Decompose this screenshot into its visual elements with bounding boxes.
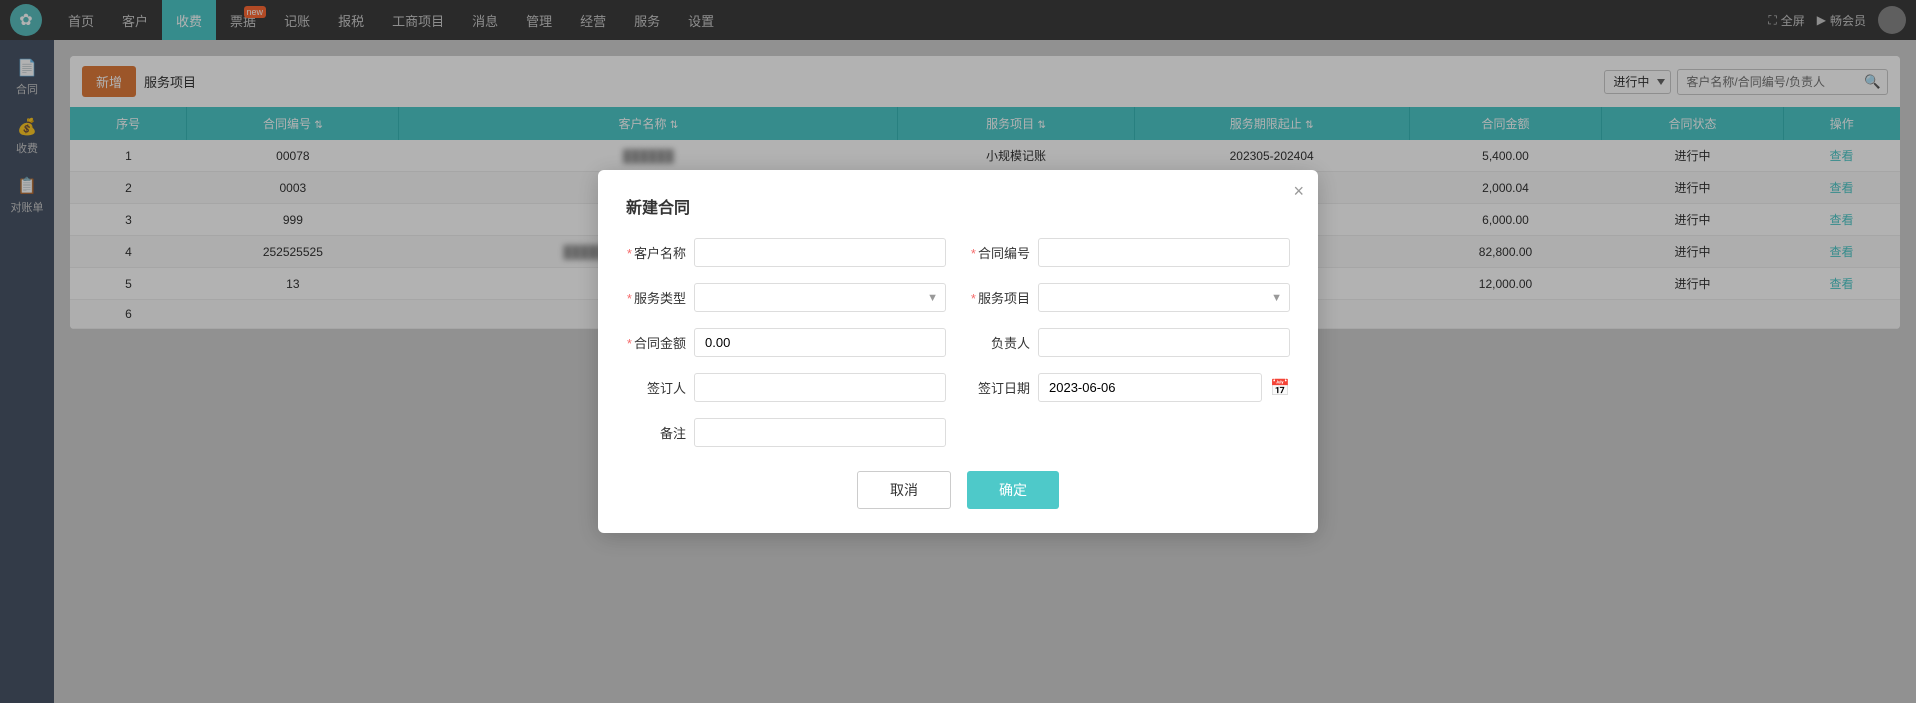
signer-input[interactable]	[694, 373, 946, 402]
form-group-service-item: *服务项目 ▼	[970, 283, 1290, 312]
person-in-charge-input[interactable]	[1038, 328, 1290, 357]
service-item-label: *服务项目	[970, 288, 1030, 307]
service-item-select[interactable]	[1038, 283, 1290, 312]
form-group-remark: 备注	[626, 418, 946, 447]
contract-no-label: *合同编号	[970, 243, 1030, 262]
modal-footer: 取消 确定	[626, 471, 1290, 509]
form-group-contract-no: *合同编号	[970, 238, 1290, 267]
form-group-signer: 签订人	[626, 373, 946, 402]
form-row-2: *服务类型 ▼ *服务项目 ▼	[626, 283, 1290, 312]
service-type-select-wrap: ▼	[694, 283, 946, 312]
signer-label: 签订人	[626, 378, 686, 397]
form-row-5: 备注	[626, 418, 1290, 447]
form-group-customer-name: *客户名称	[626, 238, 946, 267]
remark-input[interactable]	[694, 418, 946, 447]
service-type-label: *服务类型	[626, 288, 686, 307]
person-in-charge-label: 负责人	[970, 333, 1030, 352]
service-item-select-wrap: ▼	[1038, 283, 1290, 312]
cancel-button[interactable]: 取消	[857, 471, 951, 509]
customer-name-input[interactable]	[694, 238, 946, 267]
required-star-4: *	[971, 291, 976, 306]
new-contract-modal: × 新建合同 *客户名称 *合同编号 *服务类型	[598, 170, 1318, 533]
form-row-4: 签订人 签订日期 📅	[626, 373, 1290, 402]
modal-overlay: × 新建合同 *客户名称 *合同编号 *服务类型	[0, 0, 1916, 703]
modal-title: 新建合同	[626, 194, 1290, 218]
sign-date-input[interactable]	[1038, 373, 1262, 402]
calendar-icon[interactable]: 📅	[1270, 378, 1290, 398]
required-star-5: *	[627, 336, 632, 351]
form-row-3: *合同金额 负责人	[626, 328, 1290, 357]
service-type-select[interactable]	[694, 283, 946, 312]
required-star-3: *	[627, 291, 632, 306]
confirm-button[interactable]: 确定	[967, 471, 1059, 509]
required-star-2: *	[971, 246, 976, 261]
form-group-amount: *合同金额	[626, 328, 946, 357]
customer-name-label: *客户名称	[626, 243, 686, 262]
remark-label: 备注	[626, 423, 686, 442]
form-row-1: *客户名称 *合同编号	[626, 238, 1290, 267]
modal-close-button[interactable]: ×	[1293, 182, 1304, 200]
contract-no-input[interactable]	[1038, 238, 1290, 267]
form-group-service-type: *服务类型 ▼	[626, 283, 946, 312]
amount-label: *合同金额	[626, 333, 686, 352]
form-group-person-in-charge: 负责人	[970, 328, 1290, 357]
form-group-sign-date: 签订日期 📅	[970, 373, 1290, 402]
sign-date-label: 签订日期	[970, 378, 1030, 397]
amount-input[interactable]	[694, 328, 946, 357]
required-star-1: *	[627, 246, 632, 261]
